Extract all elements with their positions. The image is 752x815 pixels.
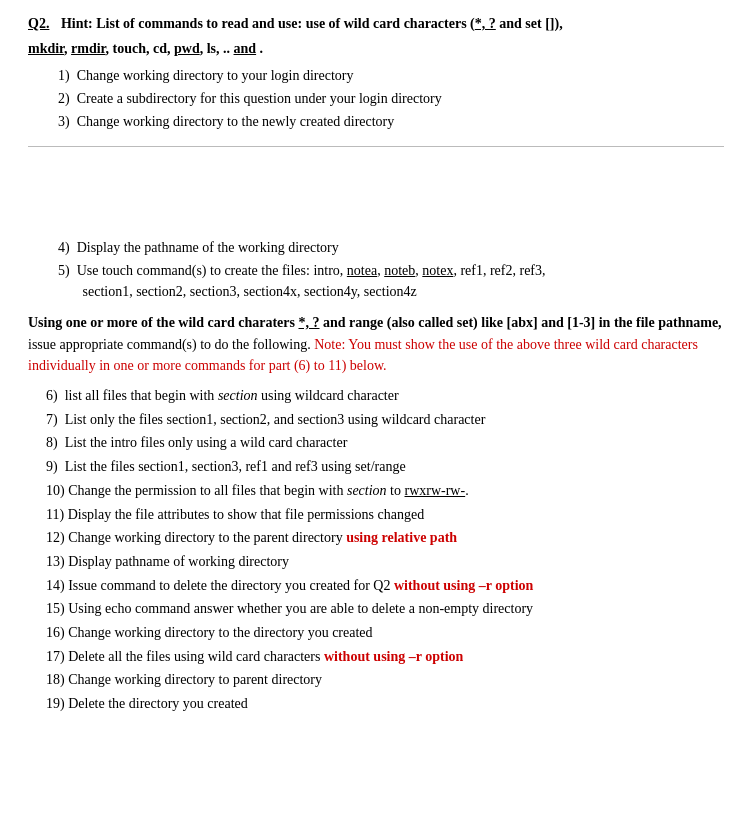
hint-label: Hint: List of commands to read and use: … (61, 16, 563, 31)
item-11: 11) Display the file attributes to show … (46, 504, 724, 526)
item-9: 9) List the files section1, section3, re… (46, 456, 724, 478)
wildcard-bold-text: Using one or more of the wild card chara… (28, 315, 722, 330)
q2-item-5: 5) Use touch command(s) to create the fi… (58, 260, 724, 302)
q2-item-2: 2) Create a subdirectory for this questi… (58, 88, 724, 109)
wildcard-section: Using one or more of the wild card chara… (28, 312, 724, 377)
and-cmd: and (234, 41, 257, 56)
mkdir-cmd: mkdir (28, 41, 64, 56)
q2-number: Q2. (28, 16, 49, 31)
pwd-cmd: pwd (174, 41, 200, 56)
item-14-red: without using –r option (394, 578, 533, 593)
item-8: 8) List the intro files only using a wil… (46, 432, 724, 454)
dot-cmd: . (256, 41, 263, 56)
q2-item-4: 4) Display the pathname of the working d… (58, 237, 724, 258)
item-6: 6) list all files that begin with sectio… (46, 385, 724, 407)
notea: notea (347, 263, 377, 278)
noteb: noteb (384, 263, 415, 278)
q2-header: Q2. Hint: List of commands to read and u… (28, 16, 724, 32)
item-10-italic: section (347, 483, 387, 498)
item-7: 7) List only the files section1, section… (46, 409, 724, 431)
item-10: 10) Change the permission to all files t… (46, 480, 724, 502)
spacer (28, 147, 724, 237)
item-12: 12) Change working directory to the pare… (46, 527, 724, 549)
q2-items-list: 1) Change working directory to your logi… (28, 65, 724, 132)
item-17: 17) Delete all the files using wild card… (46, 646, 724, 668)
q2-item-1: 1) Change working directory to your logi… (58, 65, 724, 86)
item-13: 13) Display pathname of working director… (46, 551, 724, 573)
rmdir-cmd: rmdir (71, 41, 105, 56)
notex: notex (422, 263, 453, 278)
numbered-items-list: 6) list all files that begin with sectio… (28, 385, 724, 715)
item-12-red: using relative path (346, 530, 457, 545)
item-18: 18) Change working directory to parent d… (46, 669, 724, 691)
item-15: 15) Using echo command answer whether yo… (46, 598, 724, 620)
q2-items-4-5: 4) Display the pathname of the working d… (28, 237, 724, 302)
q2-item-3: 3) Change working directory to the newly… (58, 111, 724, 132)
item-17-red: without using –r option (324, 649, 463, 664)
item-6-italic: section (218, 388, 258, 403)
item-10-perm: rwxrw-rw- (405, 483, 466, 498)
wildcard-chars: *, ? (475, 16, 496, 31)
item-19: 19) Delete the directory you created (46, 693, 724, 715)
item-14: 14) Issue command to delete the director… (46, 575, 724, 597)
wildcard-normal-text: issue appropriate command(s) to do the f… (28, 337, 314, 352)
hint-commands: mkdir, rmdir, touch, cd, pwd, ls, .. and… (28, 38, 724, 59)
item-16: 16) Change working directory to the dire… (46, 622, 724, 644)
